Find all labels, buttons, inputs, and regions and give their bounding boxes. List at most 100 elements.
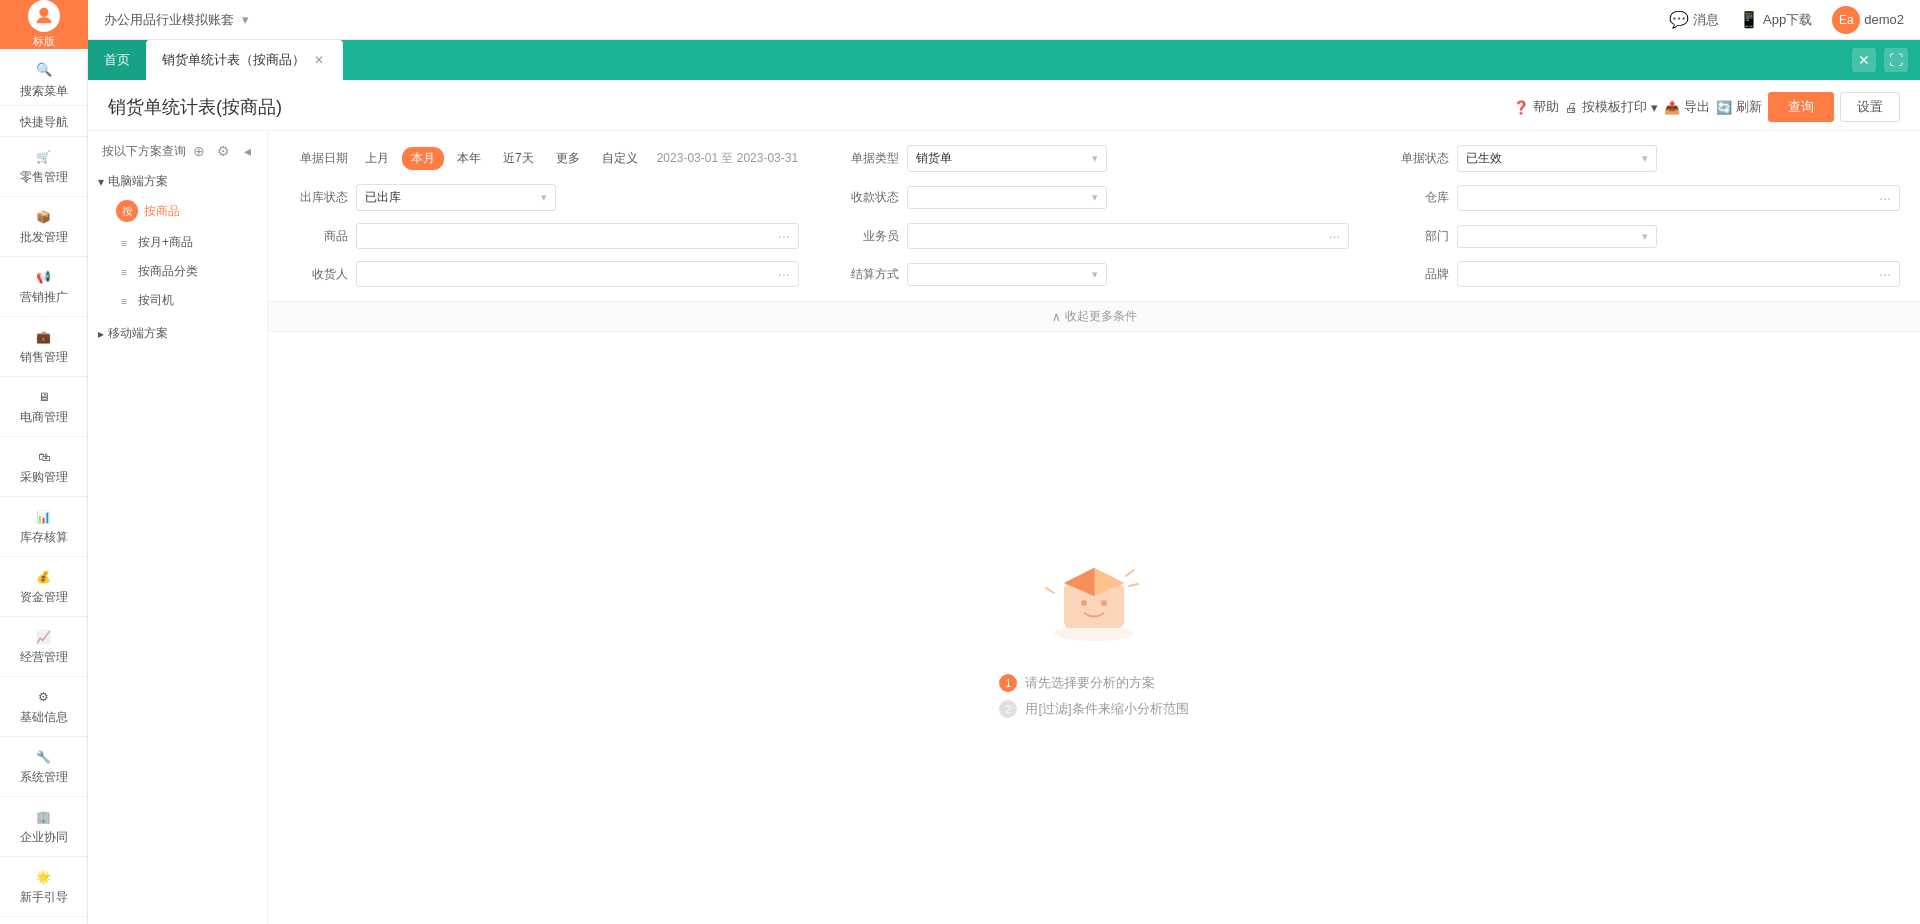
by-category-label: 按商品分类 (138, 263, 198, 280)
collapse-label: 收起更多条件 (1065, 308, 1137, 325)
receiver-input[interactable]: ··· (356, 261, 799, 287)
operation-label: 经营管理 (20, 649, 68, 666)
pc-group-title[interactable]: ▾ 电脑端方案 (88, 169, 267, 194)
collect-status-select[interactable]: ▾ (907, 186, 1107, 209)
department-chevron: ▾ (1642, 230, 1648, 243)
by-product-label: 按商品 (144, 203, 180, 220)
marketing-icon: 📢 (34, 267, 54, 287)
out-status-select[interactable]: 已出库 ▾ (356, 184, 556, 211)
mobile-group-chevron: ▸ (98, 327, 104, 341)
scheme-item-by-cashier[interactable]: ≡ 按司机 (88, 286, 267, 315)
sidebar-item-system[interactable]: 🔧 系统管理 (0, 737, 87, 797)
date-tag-this-month[interactable]: 本月 (402, 147, 444, 170)
finance-icon: 💰 (34, 567, 54, 587)
product-input[interactable]: ··· (356, 223, 799, 249)
by-month-label: 按月+商品 (138, 234, 193, 251)
scheme-item-by-month-product[interactable]: ≡ 按月+商品 (88, 228, 267, 257)
sidebar-item-purchase[interactable]: 🛍 采购管理 (0, 437, 87, 497)
print-btn[interactable]: 🖨 按模板打印 ▾ (1565, 98, 1658, 116)
date-tag-7days[interactable]: 近7天 (494, 147, 543, 170)
sales-icon: 💼 (34, 327, 54, 347)
app-download-btn[interactable]: 📱 App下载 (1739, 10, 1812, 29)
department-control: ▾ (1457, 225, 1900, 248)
tab-close-btn[interactable]: ✕ (311, 52, 327, 68)
date-tag-more[interactable]: 更多 (547, 147, 589, 170)
tab-close-window-btn[interactable]: ✕ (1852, 48, 1876, 72)
left-panel-title: 按以下方案查询 (102, 143, 186, 160)
print-dropdown-icon: ▾ (1651, 100, 1658, 115)
tab-maximize-btn[interactable]: ⛶ (1884, 48, 1908, 72)
export-label: 导出 (1684, 98, 1710, 116)
add-scheme-btn[interactable]: ⊕ (189, 141, 209, 161)
retail-label: 零售管理 (20, 169, 68, 186)
by-cashier-icon: ≡ (116, 293, 132, 309)
mobile-group-title[interactable]: ▸ 移动端方案 (88, 319, 267, 348)
user-menu[interactable]: Ea demo2 (1832, 6, 1904, 34)
logo-icon (28, 0, 60, 32)
type-filter-label: 单据类型 (839, 150, 907, 167)
messages-btn[interactable]: 💬 消息 (1669, 10, 1719, 29)
sidebar-item-marketing[interactable]: 📢 营销推广 (0, 257, 87, 317)
department-select[interactable]: ▾ (1457, 225, 1657, 248)
sidebar-item-operation[interactable]: 📈 经营管理 (0, 617, 87, 677)
purchase-label: 采购管理 (20, 469, 68, 486)
salesperson-control: ··· (907, 223, 1350, 249)
tab-report[interactable]: 销货单统计表（按商品） ✕ (146, 40, 343, 80)
scheme-item-by-product[interactable]: 按 按商品 (88, 194, 267, 228)
user-name: demo2 (1864, 12, 1904, 27)
by-cashier-label: 按司机 (138, 292, 174, 309)
app-icon: 📱 (1739, 10, 1759, 29)
warehouse-label: 仓库 (1389, 189, 1457, 206)
settings-scheme-btn[interactable]: ⚙ (213, 141, 233, 161)
sidebar-item-sales[interactable]: 💼 销售管理 (0, 317, 87, 377)
page-body: 销货单统计表(按商品) ❓ 帮助 🖨 按模板打印 ▾ 📤 导出 (88, 80, 1920, 924)
industry-dropdown-icon[interactable]: ▾ (242, 12, 249, 27)
sidebar-item-enterprise[interactable]: 🏢 企业协同 (0, 797, 87, 857)
content-layout: 按以下方案查询 ⊕ ⚙ ◂ (88, 131, 1920, 924)
search-nav-item[interactable]: 🔍 搜索菜单 (0, 49, 87, 106)
operation-icon: 📈 (34, 627, 54, 647)
sidebar-item-wholesale[interactable]: 📦 批发管理 (0, 197, 87, 257)
sidebar-item-apps[interactable]: 📱 应用中心 (0, 917, 87, 924)
warehouse-input[interactable]: ··· (1457, 185, 1900, 211)
salesperson-label: 业务员 (839, 228, 907, 245)
date-tag-last-month[interactable]: 上月 (356, 147, 398, 170)
brand-input[interactable]: ··· (1457, 261, 1900, 287)
type-select[interactable]: 销货单 ▾ (907, 145, 1107, 172)
date-tag-this-year[interactable]: 本年 (448, 147, 490, 170)
sidebar-item-finance[interactable]: 💰 资金管理 (0, 557, 87, 617)
out-status-chevron: ▾ (541, 191, 547, 204)
brand-dots-icon: ··· (1879, 266, 1891, 282)
tab-home[interactable]: 首页 (88, 40, 146, 80)
sidebar-item-basic[interactable]: ⚙ 基础信息 (0, 677, 87, 737)
refresh-label: 刷新 (1736, 98, 1762, 116)
filter-row-1: 单据日期 上月 本月 本年 (288, 145, 1900, 172)
enterprise-icon: 🏢 (34, 807, 54, 827)
filter-row-2: 出库状态 已出库 ▾ 收款状态 (288, 184, 1900, 211)
product-control: ··· (356, 223, 799, 249)
date-tag-custom[interactable]: 自定义 (593, 147, 647, 170)
collapse-panel-btn[interactable]: ◂ (237, 141, 257, 161)
empty-tip-1: 1 请先选择要分析的方案 (999, 674, 1188, 692)
sidebar-item-newbie[interactable]: 🌟 新手引导 (0, 857, 87, 917)
scheme-item-by-category[interactable]: ≡ 按商品分类 (88, 257, 267, 286)
status-select[interactable]: 已生效 ▾ (1457, 145, 1657, 172)
export-btn[interactable]: 📤 导出 (1664, 98, 1710, 116)
help-btn[interactable]: ❓ 帮助 (1513, 98, 1559, 116)
app-subtitle: 标版 (33, 34, 55, 49)
enterprise-label: 企业协同 (20, 829, 68, 846)
wholesale-label: 批发管理 (20, 229, 68, 246)
refresh-btn[interactable]: 🔄 刷新 (1716, 98, 1762, 116)
svg-line-9 (1126, 570, 1134, 576)
salesperson-input[interactable]: ··· (907, 223, 1350, 249)
sidebar-item-ecommerce[interactable]: 🖥 电商管理 (0, 377, 87, 437)
sidebar-item-inventory[interactable]: 📊 库存核算 (0, 497, 87, 557)
quick-nav-item[interactable]: 快捷导航 (0, 106, 87, 137)
query-button[interactable]: 查询 (1768, 92, 1834, 122)
settings-button[interactable]: 设置 (1840, 92, 1900, 122)
sidebar: 标版 🔍 搜索菜单 快捷导航 🛒 零售管理 📦 批发管理 📢 营销推广 💼 销售… (0, 0, 88, 924)
collapse-up-icon: ∧ (1052, 310, 1061, 324)
payment-select[interactable]: ▾ (907, 263, 1107, 286)
sidebar-item-retail[interactable]: 🛒 零售管理 (0, 137, 87, 197)
collapse-bar[interactable]: ∧ 收起更多条件 (268, 302, 1920, 332)
